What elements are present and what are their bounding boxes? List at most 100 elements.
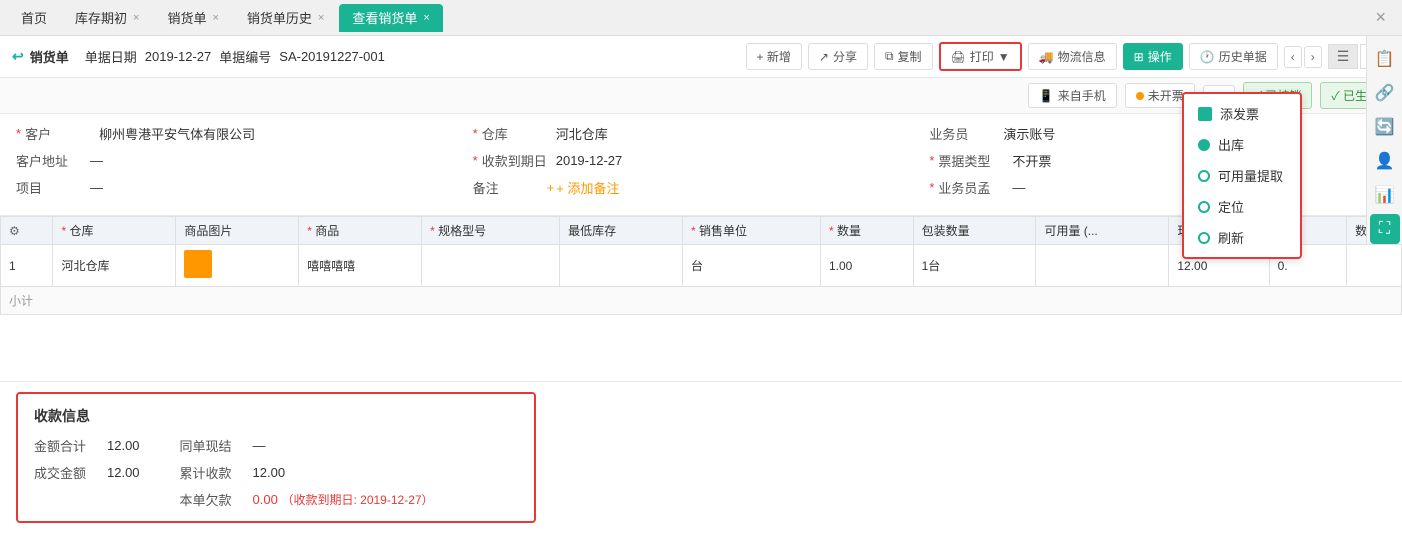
history-label: 历史单据: [1219, 48, 1267, 65]
print-button[interactable]: 🖨 打印 ▼: [939, 42, 1022, 71]
copy-button[interactable]: ⧉ 复制: [874, 43, 933, 70]
share-button[interactable]: ↗ 分享: [808, 43, 868, 70]
sidebar-icon-user[interactable]: 👤: [1370, 146, 1400, 176]
due-date-required: *: [473, 153, 478, 168]
payment-col-right: 同单现结 — 累计收款 12.00 本单欠款 0.00 （收款到期日: 2019…: [180, 436, 434, 509]
note-field: 备注 + + 添加备注: [473, 178, 930, 197]
locate-item[interactable]: 定位: [1184, 191, 1300, 222]
doc-header: ↩ 销货单 单据日期 2019-12-27 单据编号 SA-20191227-0…: [0, 36, 1402, 78]
note-label: 备注: [473, 178, 543, 197]
add-note-button[interactable]: + + 添加备注: [547, 178, 620, 197]
not-open-label: 未开票: [1148, 87, 1184, 104]
same-order-label: 同单现结: [180, 436, 245, 455]
payment-info-panel: 收款信息 金额合计 12.00 成交金额 12.00: [16, 392, 536, 523]
due-date-field: * 收款到期日 2019-12-27: [473, 151, 930, 170]
salesperson-label: 业务员: [929, 124, 999, 143]
col-spec: * 规格型号: [422, 217, 560, 245]
address-label: 客户地址: [16, 151, 86, 170]
col-quantity: * 数量: [820, 217, 913, 245]
logistics-button[interactable]: 🚚 物流信息: [1028, 43, 1117, 70]
doc-title: ↩ 销货单: [12, 47, 69, 66]
amount-total-label: 金额合计: [34, 436, 99, 455]
tab-sales-close[interactable]: ×: [212, 12, 218, 24]
next-button[interactable]: ›: [1304, 46, 1322, 68]
settings-icon[interactable]: ⚙: [9, 224, 20, 238]
subtotal-row: 小计: [1, 287, 1402, 315]
new-label: + 新增: [757, 48, 791, 65]
print-dropdown-icon: ▼: [998, 50, 1010, 64]
tab-sales-order[interactable]: 销货单 ×: [154, 4, 231, 32]
window-close-button[interactable]: ×: [1367, 7, 1394, 28]
doc-date-value: 2019-12-27: [145, 49, 212, 64]
customer-label: 客户: [25, 124, 95, 143]
sidebar-icon-expand[interactable]: ⛶: [1370, 214, 1400, 244]
operate-label: 操作: [1148, 48, 1172, 65]
share-label: 分享: [833, 48, 857, 65]
operate-icon: ⊞: [1134, 50, 1144, 64]
col-sales-unit: * 销售单位: [682, 217, 820, 245]
row-quantity: 1.00: [820, 245, 913, 287]
tab-sales-history[interactable]: 销货单历史 ×: [234, 4, 337, 32]
history-icon: 🕐: [1200, 50, 1215, 64]
doc-date-label: 单据日期: [85, 47, 137, 66]
row-sales-unit: 台: [682, 245, 820, 287]
salesperson2-label: 业务员孟: [938, 178, 1008, 197]
tab-inventory-init[interactable]: 库存期初 ×: [62, 4, 152, 32]
form-row-2: 客户地址 — * 收款到期日 2019-12-27 * 票据类型 不开票: [16, 151, 1386, 170]
add-invoice-item[interactable]: 添发票: [1184, 98, 1300, 129]
new-button[interactable]: + 新增: [746, 43, 802, 70]
history-button[interactable]: 🕐 历史单据: [1189, 43, 1278, 70]
invoice-type-field: * 票据类型 不开票: [929, 151, 1386, 170]
refresh-label: 刷新: [1218, 228, 1244, 247]
current-due-label: 本单欠款: [180, 490, 245, 509]
list-view-button[interactable]: ☰: [1328, 44, 1359, 69]
customer-value: 柳州粤港平安气体有限公司: [99, 124, 255, 143]
print-label: 打印: [970, 48, 994, 65]
doc-no-value: SA-20191227-001: [279, 49, 385, 64]
prev-button[interactable]: ‹: [1284, 46, 1302, 68]
tab-view-sales-close[interactable]: ×: [423, 12, 429, 24]
refresh-item[interactable]: 刷新: [1184, 222, 1300, 253]
row-spec: [422, 245, 560, 287]
available-extract-icon: [1198, 170, 1210, 182]
subtotal-label: 小计: [1, 287, 1402, 315]
warehouse-out-item[interactable]: 出库: [1184, 129, 1300, 160]
project-value: —: [90, 180, 103, 195]
operate-button[interactable]: ⊞ 操作: [1123, 43, 1183, 70]
sp2-required: *: [929, 180, 934, 195]
salesperson2-value: —: [1012, 180, 1025, 195]
same-order-value: —: [253, 438, 266, 453]
available-extract-label: 可用量提取: [1218, 166, 1283, 185]
form-row-1: * 客户 柳州粤港平安气体有限公司 * 仓库 河北仓库 业务员 演示账号: [16, 124, 1386, 143]
product-image: [184, 250, 212, 278]
project-field: 项目 —: [16, 178, 473, 197]
available-extract-item[interactable]: 可用量提取: [1184, 160, 1300, 191]
amount-total-value: 12.00: [107, 438, 140, 453]
accumulated-label: 累计收款: [180, 463, 245, 482]
doc-title-text: 销货单: [30, 47, 69, 66]
sidebar-icon-refresh[interactable]: 🔄: [1370, 112, 1400, 142]
col-pack-qty: 包装数量: [913, 217, 1036, 245]
from-phone-button[interactable]: 📱 来自手机: [1028, 83, 1117, 108]
tab-sales-history-close[interactable]: ×: [318, 12, 324, 24]
form-row-3: 项目 — 备注 + + 添加备注 * 业务员孟 —: [16, 178, 1386, 197]
due-date-label: 收款到期日: [482, 151, 552, 170]
sidebar-icon-link[interactable]: 🔗: [1370, 78, 1400, 108]
current-due-row: 本单欠款 0.00 （收款到期日: 2019-12-27）: [180, 490, 434, 509]
check-icon2: ✓: [1331, 89, 1339, 103]
due-date-value: 2019-12-27: [556, 153, 623, 168]
sidebar-icon-doc[interactable]: 📋: [1370, 44, 1400, 74]
warehouse-out-icon: [1198, 139, 1210, 151]
col-settings: ⚙: [1, 217, 53, 245]
add-invoice-icon: [1198, 107, 1212, 121]
share-icon: ↗: [819, 50, 829, 64]
sidebar-icon-chart[interactable]: 📊: [1370, 180, 1400, 210]
customer-required: *: [16, 126, 21, 141]
refresh-icon: [1198, 232, 1210, 244]
tab-inventory-close[interactable]: ×: [133, 12, 139, 24]
tab-home[interactable]: 首页: [8, 4, 60, 32]
row-no: 1: [1, 245, 53, 287]
salesperson-value: 演示账号: [1003, 124, 1055, 143]
tab-view-sales[interactable]: 查看销货单 ×: [339, 4, 442, 32]
warehouse-out-label: 出库: [1218, 135, 1244, 154]
